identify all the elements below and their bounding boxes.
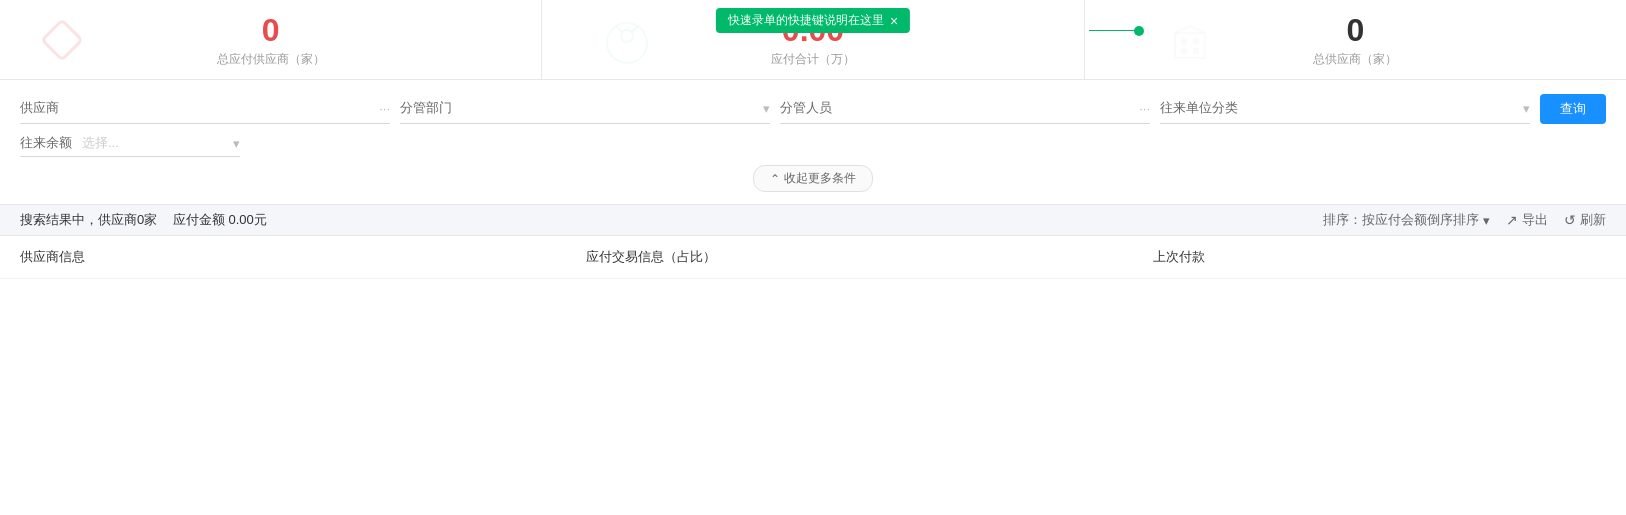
building-icon bbox=[1165, 18, 1209, 62]
svg-rect-7 bbox=[1193, 38, 1199, 44]
search-area: 供应商 ··· 分管部门 ▾ 分管人员 ··· 往来单位分类 bbox=[0, 80, 1626, 205]
svg-rect-8 bbox=[1181, 48, 1187, 54]
results-info: 搜索结果中，供应商0家 应付金额 0.00元 bbox=[20, 211, 267, 229]
payable-suppliers-value: 0 bbox=[262, 11, 280, 49]
results-amount: 应付金额 0.00元 bbox=[173, 212, 267, 227]
department-label: 分管部门 bbox=[400, 99, 452, 117]
svg-rect-6 bbox=[1181, 38, 1187, 44]
stat-payable-suppliers: 0 总应付供应商（家） bbox=[0, 0, 542, 79]
results-count: 搜索结果中，供应商0家 bbox=[20, 212, 157, 227]
collapse-row: ⌃ 收起更多条件 bbox=[20, 165, 1606, 192]
collapse-up-icon: ⌃ bbox=[770, 172, 780, 186]
category-field: 往来单位分类 ▾ bbox=[1160, 97, 1530, 124]
export-label: 导出 bbox=[1522, 211, 1548, 229]
category-input[interactable] bbox=[1248, 101, 1523, 116]
supplier-field: 供应商 ··· bbox=[20, 97, 390, 124]
category-control: ▾ bbox=[1248, 101, 1530, 116]
total-suppliers-label: 总供应商（家） bbox=[1313, 51, 1397, 68]
person-field: 分管人员 ··· bbox=[780, 97, 1150, 124]
balance-field: 往来余额 选择... ▾ bbox=[20, 134, 240, 157]
balance-placeholder: 选择... bbox=[82, 134, 233, 152]
balance-row: 往来余额 选择... ▾ bbox=[20, 134, 1606, 157]
total-suppliers-value: 0 bbox=[1346, 11, 1364, 49]
results-bar: 搜索结果中，供应商0家 应付金额 0.00元 排序：按应付会额倒序排序 ▾ ↗ … bbox=[0, 205, 1626, 236]
person-dots-icon[interactable]: ··· bbox=[1139, 101, 1150, 116]
department-field: 分管部门 ▾ bbox=[400, 97, 770, 124]
svg-line-3 bbox=[616, 26, 622, 32]
department-arrow-icon[interactable]: ▾ bbox=[763, 101, 770, 116]
export-icon: ↗ bbox=[1506, 212, 1518, 228]
svg-rect-9 bbox=[1193, 48, 1199, 54]
collapse-button[interactable]: ⌃ 收起更多条件 bbox=[753, 165, 873, 192]
col-supplier-header: 供应商信息 bbox=[20, 248, 586, 266]
svg-rect-0 bbox=[42, 20, 82, 60]
department-input[interactable] bbox=[462, 101, 763, 116]
export-button[interactable]: ↗ 导出 bbox=[1506, 211, 1548, 229]
person-input[interactable] bbox=[842, 101, 1139, 116]
person-control: ··· bbox=[842, 101, 1150, 116]
person-label: 分管人员 bbox=[780, 99, 832, 117]
sort-button[interactable]: 排序：按应付会额倒序排序 ▾ bbox=[1323, 211, 1490, 229]
table-header: 供应商信息 应付交易信息（占比） 上次付款 bbox=[0, 236, 1626, 279]
refresh-icon: ↺ bbox=[1564, 212, 1576, 228]
diamond-icon bbox=[40, 18, 84, 62]
department-control: ▾ bbox=[462, 101, 770, 116]
query-button[interactable]: 查询 bbox=[1540, 94, 1606, 124]
search-fields-row: 供应商 ··· 分管部门 ▾ 分管人员 ··· 往来单位分类 bbox=[20, 94, 1606, 124]
table-body bbox=[0, 279, 1626, 515]
payable-total-label: 应付合计（万） bbox=[771, 51, 855, 68]
category-label: 往来单位分类 bbox=[1160, 99, 1238, 117]
refresh-label: 刷新 bbox=[1580, 211, 1606, 229]
payable-suppliers-label: 总应付供应商（家） bbox=[217, 51, 325, 68]
supplier-input[interactable] bbox=[80, 101, 379, 116]
balance-arrow-icon[interactable]: ▾ bbox=[233, 136, 240, 151]
svg-point-2 bbox=[621, 30, 633, 42]
results-actions: 排序：按应付会额倒序排序 ▾ ↗ 导出 ↺ 刷新 bbox=[1323, 211, 1606, 229]
col-transaction-header: 应付交易信息（占比） bbox=[586, 248, 1152, 266]
stat-payable-total: 快速录单的快捷键说明在这里 × 0.00 应付合计（万） bbox=[542, 0, 1084, 79]
svg-line-11 bbox=[1190, 26, 1205, 33]
svg-line-10 bbox=[1175, 26, 1190, 33]
col-lastpay-header: 上次付款 bbox=[1153, 248, 1606, 266]
stats-bar: 0 总应付供应商（家） 快速录单的快捷键说明在这里 × 0.00 应付合计（万） bbox=[0, 0, 1626, 80]
tooltip-text: 快速录单的快捷键说明在这里 bbox=[728, 12, 884, 29]
tooltip-banner: 快速录单的快捷键说明在这里 × bbox=[716, 8, 910, 33]
cat-icon bbox=[602, 18, 646, 62]
stat-total-suppliers: 0 总供应商（家） bbox=[1085, 0, 1626, 79]
sort-arrow-icon: ▾ bbox=[1483, 213, 1490, 228]
sort-label: 排序：按应付会额倒序排序 bbox=[1323, 211, 1479, 229]
svg-line-4 bbox=[632, 26, 638, 32]
collapse-label: 收起更多条件 bbox=[784, 170, 856, 187]
category-arrow-icon[interactable]: ▾ bbox=[1523, 101, 1530, 116]
balance-label: 往来余额 bbox=[20, 134, 72, 152]
svg-rect-5 bbox=[1175, 33, 1205, 58]
supplier-control: ··· bbox=[80, 101, 390, 116]
tooltip-close[interactable]: × bbox=[890, 14, 898, 28]
supplier-label: 供应商 bbox=[20, 99, 70, 117]
refresh-button[interactable]: ↺ 刷新 bbox=[1564, 211, 1606, 229]
supplier-dots-icon[interactable]: ··· bbox=[379, 101, 390, 116]
